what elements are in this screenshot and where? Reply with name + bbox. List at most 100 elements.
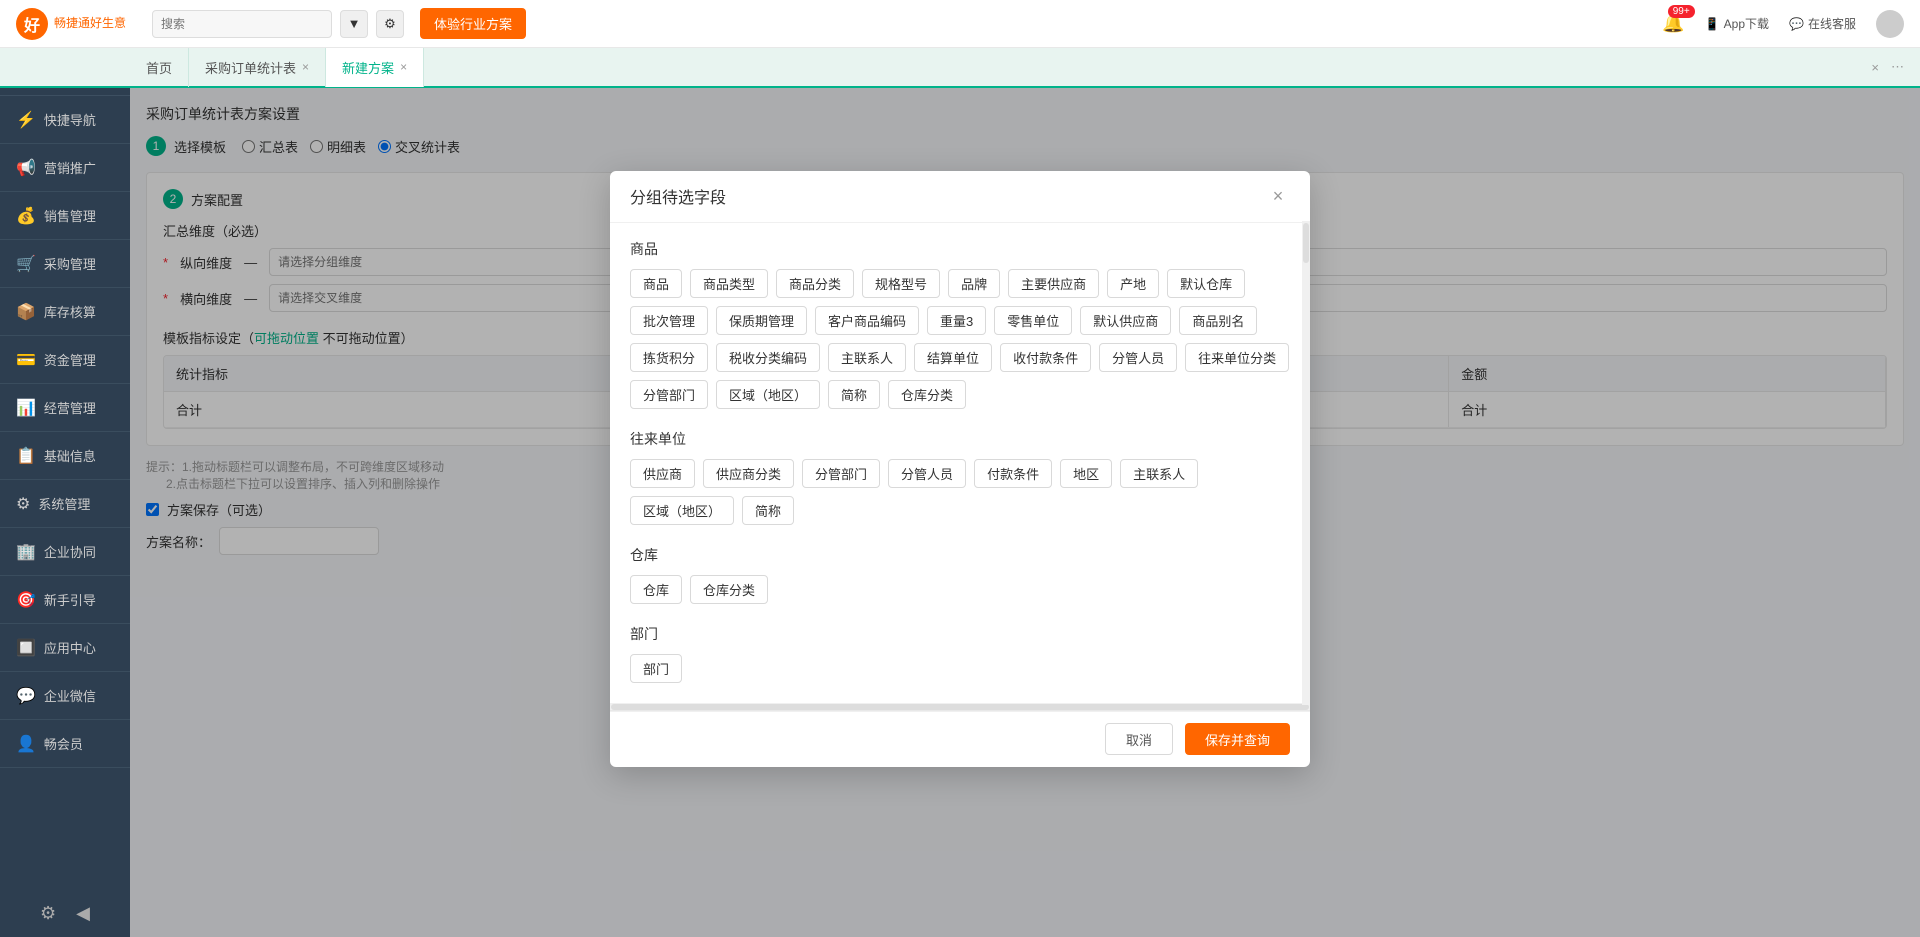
chip-spec-model[interactable]: 规格型号 bbox=[862, 269, 940, 298]
chip-region[interactable]: 区域（地区） bbox=[716, 380, 820, 409]
chip-warehouse-category[interactable]: 仓库分类 bbox=[888, 380, 966, 409]
service-icon: 💬 bbox=[1789, 17, 1804, 31]
modal-field-select: 分组待选字段 × 商品 商品 商品类型 商品分类 规格型号 品牌 主要供应商 产… bbox=[610, 171, 1310, 767]
chip-default-supplier[interactable]: 默认供应商 bbox=[1080, 306, 1171, 335]
online-service-button[interactable]: 💬 在线客服 bbox=[1789, 15, 1856, 32]
sidebar-item-purchase[interactable]: 🛒 采购管理 bbox=[0, 240, 130, 288]
quick-nav-icon: ⚡ bbox=[16, 110, 36, 130]
chip-supplier[interactable]: 供应商 bbox=[630, 459, 695, 488]
chip-product[interactable]: 商品 bbox=[630, 269, 682, 298]
inventory-icon: 📦 bbox=[16, 302, 36, 322]
search-input[interactable] bbox=[152, 10, 332, 38]
sidebar-item-corp[interactable]: 🏢 企业协同 bbox=[0, 528, 130, 576]
purchase-icon: 🛒 bbox=[16, 254, 36, 274]
chip-partner-category[interactable]: 往来单位分类 bbox=[1185, 343, 1289, 372]
bottom-collapse-button[interactable]: ◀ bbox=[76, 903, 90, 924]
chip-person[interactable]: 分管人员 bbox=[888, 459, 966, 488]
chip-pick-points[interactable]: 拣货积分 bbox=[630, 343, 708, 372]
sidebar-item-quick-nav[interactable]: ⚡ 快捷导航 bbox=[0, 96, 130, 144]
chip-region2[interactable]: 区域（地区） bbox=[630, 496, 734, 525]
chip-charge-person[interactable]: 分管人员 bbox=[1099, 343, 1177, 372]
sidebar-item-finance[interactable]: 💳 资金管理 bbox=[0, 336, 130, 384]
modal-scroll[interactable]: 商品 商品 商品类型 商品分类 规格型号 品牌 主要供应商 产地 默认仓库 批次… bbox=[610, 223, 1310, 703]
sidebar-item-member[interactable]: 👤 畅会员 bbox=[0, 720, 130, 768]
modal-close-button[interactable]: × bbox=[1266, 184, 1290, 208]
chip-product-type[interactable]: 商品类型 bbox=[690, 269, 768, 298]
chip-settlement-unit[interactable]: 结算单位 bbox=[914, 343, 992, 372]
sidebar-item-newbie[interactable]: 🎯 新手引导 bbox=[0, 576, 130, 624]
chip-warehouse-cat[interactable]: 仓库分类 bbox=[690, 575, 768, 604]
cancel-button[interactable]: 取消 bbox=[1105, 723, 1173, 755]
chip-short-name[interactable]: 简称 bbox=[828, 380, 880, 409]
chip-warehouse[interactable]: 仓库 bbox=[630, 575, 682, 604]
experience-button[interactable]: 体验行业方案 bbox=[420, 8, 526, 39]
sidebar-item-sales[interactable]: 💰 销售管理 bbox=[0, 192, 130, 240]
horizontal-scroll[interactable] bbox=[610, 703, 1310, 711]
chip-short-name2[interactable]: 简称 bbox=[742, 496, 794, 525]
chip-main-contact[interactable]: 主联系人 bbox=[828, 343, 906, 372]
modal-body: 商品 商品 商品类型 商品分类 规格型号 品牌 主要供应商 产地 默认仓库 批次… bbox=[610, 223, 1310, 703]
business-icon: 📊 bbox=[16, 398, 36, 418]
chip-origin[interactable]: 产地 bbox=[1107, 269, 1159, 298]
chip-payment-terms[interactable]: 收付款条件 bbox=[1000, 343, 1091, 372]
section-partner: 往来单位 供应商 供应商分类 分管部门 分管人员 付款条件 地区 主联系人 区域… bbox=[630, 429, 1290, 525]
chip-tax-code[interactable]: 税收分类编码 bbox=[716, 343, 820, 372]
message-badge: 99+ bbox=[1668, 5, 1695, 18]
logo: 好 畅捷通好生意 bbox=[16, 8, 136, 40]
sidebar-item-label: 基础信息 bbox=[44, 446, 96, 465]
message-button[interactable]: 🔔 99+ bbox=[1662, 13, 1684, 34]
chip-product-alias[interactable]: 商品别名 bbox=[1179, 306, 1257, 335]
chip-main-supplier[interactable]: 主要供应商 bbox=[1008, 269, 1099, 298]
settings-button[interactable]: ⚙ bbox=[376, 10, 404, 38]
bottom-settings-button[interactable]: ⚙ bbox=[40, 903, 56, 924]
app-download-button[interactable]: 📱 App下载 bbox=[1705, 15, 1769, 32]
tab-new-scheme[interactable]: 新建方案 × bbox=[326, 47, 424, 87]
sidebar-item-label: 系统管理 bbox=[38, 494, 90, 513]
tab-purchase-stats[interactable]: 采购订单统计表 × bbox=[189, 47, 326, 87]
chip-main-contact2[interactable]: 主联系人 bbox=[1120, 459, 1198, 488]
sidebar-item-marketing[interactable]: 📢 营销推广 bbox=[0, 144, 130, 192]
tab-new-scheme-label: 新建方案 bbox=[342, 58, 394, 77]
gear-icon: ⚙ bbox=[384, 16, 396, 32]
modal-title: 分组待选字段 bbox=[630, 184, 726, 208]
section-product: 商品 商品 商品类型 商品分类 规格型号 品牌 主要供应商 产地 默认仓库 批次… bbox=[630, 239, 1290, 409]
tab-bar-expand[interactable]: ⋯ bbox=[1891, 59, 1904, 75]
chip-supplier-category[interactable]: 供应商分类 bbox=[703, 459, 794, 488]
confirm-button[interactable]: 保存并查询 bbox=[1185, 723, 1290, 755]
chip-retail-unit[interactable]: 零售单位 bbox=[994, 306, 1072, 335]
bottom-bar: ⚙ ◀ bbox=[0, 889, 130, 937]
user-avatar[interactable] bbox=[1876, 10, 1904, 38]
chip-area[interactable]: 地区 bbox=[1060, 459, 1112, 488]
chip-payment-cond[interactable]: 付款条件 bbox=[974, 459, 1052, 488]
modal-footer: 取消 保存并查询 bbox=[610, 711, 1310, 767]
section-product-title: 商品 bbox=[630, 239, 1290, 259]
sidebar-item-wechat[interactable]: 💬 企业微信 bbox=[0, 672, 130, 720]
tab-home[interactable]: 首页 bbox=[130, 47, 189, 87]
chip-dept[interactable]: 分管部门 bbox=[802, 459, 880, 488]
sidebar-item-label: 企业协同 bbox=[44, 542, 96, 561]
marketing-icon: 📢 bbox=[16, 158, 36, 178]
chip-product-category[interactable]: 商品分类 bbox=[776, 269, 854, 298]
chip-dept-mgmt[interactable]: 分管部门 bbox=[630, 380, 708, 409]
chip-expiry-mgmt[interactable]: 保质期管理 bbox=[716, 306, 807, 335]
chip-brand[interactable]: 品牌 bbox=[948, 269, 1000, 298]
chip-default-warehouse[interactable]: 默认仓库 bbox=[1167, 269, 1245, 298]
chip-department[interactable]: 部门 bbox=[630, 654, 682, 683]
wechat-icon: 💬 bbox=[16, 686, 36, 706]
sidebar-item-system[interactable]: ⚙ 系统管理 bbox=[0, 480, 130, 528]
modal-scrollbar-thumb[interactable] bbox=[1303, 223, 1309, 263]
chip-batch-mgmt[interactable]: 批次管理 bbox=[630, 306, 708, 335]
sidebar-item-label: 营销推广 bbox=[44, 158, 96, 177]
sidebar-item-label: 资金管理 bbox=[44, 350, 96, 369]
tab-bar-close[interactable]: × bbox=[1871, 60, 1879, 75]
chip-weight3[interactable]: 重量3 bbox=[927, 306, 986, 335]
sidebar-item-business[interactable]: 📊 经营管理 bbox=[0, 384, 130, 432]
top-right: 🔔 99+ 📱 App下载 💬 在线客服 bbox=[1662, 10, 1904, 38]
sidebar-item-inventory[interactable]: 📦 库存核算 bbox=[0, 288, 130, 336]
sidebar-item-app-center[interactable]: 🔲 应用中心 bbox=[0, 624, 130, 672]
tab-purchase-stats-close[interactable]: × bbox=[302, 60, 309, 74]
sidebar-item-basic[interactable]: 📋 基础信息 bbox=[0, 432, 130, 480]
tab-new-scheme-close[interactable]: × bbox=[400, 60, 407, 74]
search-button[interactable]: ▼ bbox=[340, 10, 368, 38]
chip-customer-code[interactable]: 客户商品编码 bbox=[815, 306, 919, 335]
